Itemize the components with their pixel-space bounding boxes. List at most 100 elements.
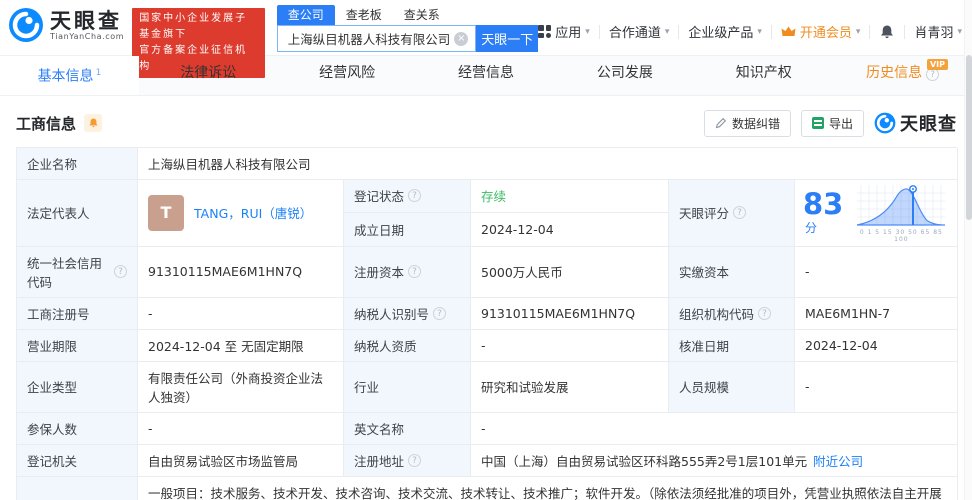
org-code-value: MAE6M1HN-7 — [795, 298, 958, 330]
menu-separator — [678, 25, 679, 39]
label-text: 组织机构代码 — [679, 304, 754, 323]
gov-badge-line1: 国家中小企业发展子基金旗下 — [139, 11, 258, 43]
english-name-value: - — [471, 413, 958, 445]
chevron-down-icon: ▾ — [957, 27, 962, 37]
tab-company-development[interactable]: 公司发展 — [555, 56, 694, 95]
value-text: 2024-12-04 — [481, 222, 554, 237]
legal-rep-link[interactable]: TANG，RUI（唐锐） — [194, 203, 312, 222]
help-icon[interactable]: ? — [408, 454, 421, 467]
search-tab-boss[interactable]: 查老板 — [335, 5, 393, 25]
label-text: 法定代表人 — [27, 203, 90, 222]
notification-bell-icon[interactable] — [879, 24, 895, 40]
logo-title: 天眼查 — [50, 10, 124, 32]
help-icon[interactable]: ? — [408, 265, 421, 278]
tab-legal-proceedings[interactable]: 法律诉讼 — [139, 56, 278, 95]
help-icon[interactable]: ? — [114, 265, 127, 278]
export-button[interactable]: 导出 — [801, 110, 864, 137]
value-text: - — [481, 338, 486, 353]
monitor-bell-chip[interactable] — [84, 114, 102, 132]
tab-basic-info[interactable]: 基本信息1 — [0, 56, 139, 95]
value-text: - — [805, 379, 810, 394]
vip-badge: VIP — [927, 59, 948, 70]
menu-channel[interactable]: 合作通道 ▾ — [609, 22, 670, 41]
help-icon[interactable]: ? — [733, 206, 746, 219]
taxpayer-quality-label: 纳税人资质 — [344, 330, 471, 362]
menu-vip[interactable]: 开通会员 ▾ — [781, 22, 861, 41]
reg-authority-label: 登记机关 — [17, 445, 138, 477]
industry-value: 研究和试验发展 — [471, 362, 669, 413]
industry-label: 行业 — [344, 362, 471, 413]
menu-channel-label: 合作通道 — [609, 22, 661, 41]
paid-capital-value: - — [795, 247, 958, 298]
logo-text: 天眼查 TianYanCha.com — [50, 10, 124, 41]
section-header: 工商信息 数据纠错 导出 天眼查 — [0, 96, 972, 147]
label-text: 纳税人资质 — [354, 336, 417, 355]
tab-development-label: 公司发展 — [597, 65, 653, 81]
score-value-cell[interactable]: 83分 0 1 5 15 30 50 65 85 100 — [795, 180, 958, 247]
legal-rep-avatar[interactable]: T — [148, 195, 184, 231]
logo-domain: TianYanCha.com — [50, 32, 124, 41]
top-header: 天眼查 TianYanCha.com 国家中小企业发展子基金旗下 官方备案企业征… — [0, 0, 972, 48]
search-input[interactable] — [278, 26, 476, 51]
english-name-label: 英文名称 — [344, 413, 471, 445]
company-type-value: 有限责任公司（外商投资企业法人独资） — [138, 362, 344, 413]
tab-operation-risk[interactable]: 经营风险 — [278, 56, 417, 95]
search-tab-relation[interactable]: 查关系 — [393, 5, 451, 25]
menu-separator — [599, 25, 600, 39]
value-text: 91310115MAE6M1HN7Q — [481, 306, 635, 321]
tab-history-label: 历史信息 — [866, 65, 922, 81]
search-button[interactable]: 天眼一下 — [476, 25, 538, 52]
menu-enterprise-products[interactable]: 企业级产品 ▾ — [688, 22, 762, 41]
edit-icon — [715, 117, 727, 129]
crown-icon — [781, 25, 796, 38]
chevron-down-icon: ▾ — [665, 27, 670, 37]
search-input-wrap: × — [277, 25, 477, 52]
label-text: 参保人数 — [27, 419, 77, 438]
reg-status-value: 存续 — [471, 180, 669, 214]
search-area: 查公司 查老板 查关系 × 天眼一下 — [277, 5, 539, 52]
scrollbar-thumb[interactable] — [966, 55, 972, 220]
legal-rep-value: T TANG，RUI（唐锐） — [138, 180, 344, 247]
value-text: - — [148, 306, 153, 321]
export-label: 导出 — [829, 115, 853, 132]
tab-operation-info[interactable]: 经营信息 — [417, 56, 556, 95]
score-label: 天眼评分? — [669, 180, 795, 247]
user-account[interactable]: 肖青羽 ▾ — [914, 22, 962, 41]
menu-apps[interactable]: 应用 ▾ — [538, 22, 590, 41]
menu-products-label: 企业级产品 — [688, 22, 753, 41]
help-icon[interactable]: ? — [758, 307, 771, 320]
est-date-value: 2024-12-04 — [471, 213, 669, 247]
staff-size-value: - — [795, 362, 958, 413]
tab-legal-label: 法律诉讼 — [180, 65, 236, 81]
menu-vip-label: 开通会员 — [800, 22, 852, 41]
company-section-tabs: 基本信息1 法律诉讼 经营风险 经营信息 公司发展 知识产权 VIP 历史信息? — [0, 55, 972, 96]
label-text: 人员规模 — [679, 377, 729, 396]
tab-history-info[interactable]: VIP 历史信息? — [833, 56, 972, 95]
score-unit: 分 — [805, 221, 817, 235]
scrollbar[interactable] — [964, 0, 972, 500]
status-badge: 存续 — [481, 186, 506, 205]
score-number: 83 — [803, 187, 843, 221]
biz-scope-value: 一般项目：技术服务、技术开发、技术咨询、技术交流、技术转让、技术推广；软件开发。… — [138, 477, 958, 500]
help-icon[interactable]: ? — [433, 307, 446, 320]
tab-intellectual-property[interactable]: 知识产权 — [694, 56, 833, 95]
label-text: 登记状态 — [354, 186, 404, 205]
paid-capital-label: 实缴资本 — [669, 247, 795, 298]
data-correction-label: 数据纠错 — [732, 115, 780, 132]
search-tab-company[interactable]: 查公司 — [277, 5, 335, 25]
help-icon[interactable]: ? — [408, 189, 421, 202]
nearby-companies-link[interactable]: 附近公司 — [813, 451, 863, 470]
approval-date-value: 2024-12-04 — [795, 330, 958, 362]
value-text: 2024-12-04 — [805, 338, 878, 353]
value-text: 5000万人民币 — [481, 262, 563, 281]
label-text: 营业期限 — [27, 336, 77, 355]
search-tabs: 查公司 查老板 查关系 — [277, 5, 539, 25]
label-text: 工商注册号 — [27, 304, 90, 323]
tianyancha-logo[interactable]: 天眼查 TianYanCha.com — [8, 7, 124, 43]
section-title: 工商信息 — [16, 113, 76, 134]
reg-capital-label: 注册资本? — [344, 247, 471, 298]
data-correction-button[interactable]: 数据纠错 — [704, 110, 791, 137]
watermark-text: 天眼查 — [900, 110, 957, 136]
reg-authority-value: 自由贸易试验区市场监管局 — [138, 445, 344, 477]
value-text: - — [148, 421, 153, 436]
